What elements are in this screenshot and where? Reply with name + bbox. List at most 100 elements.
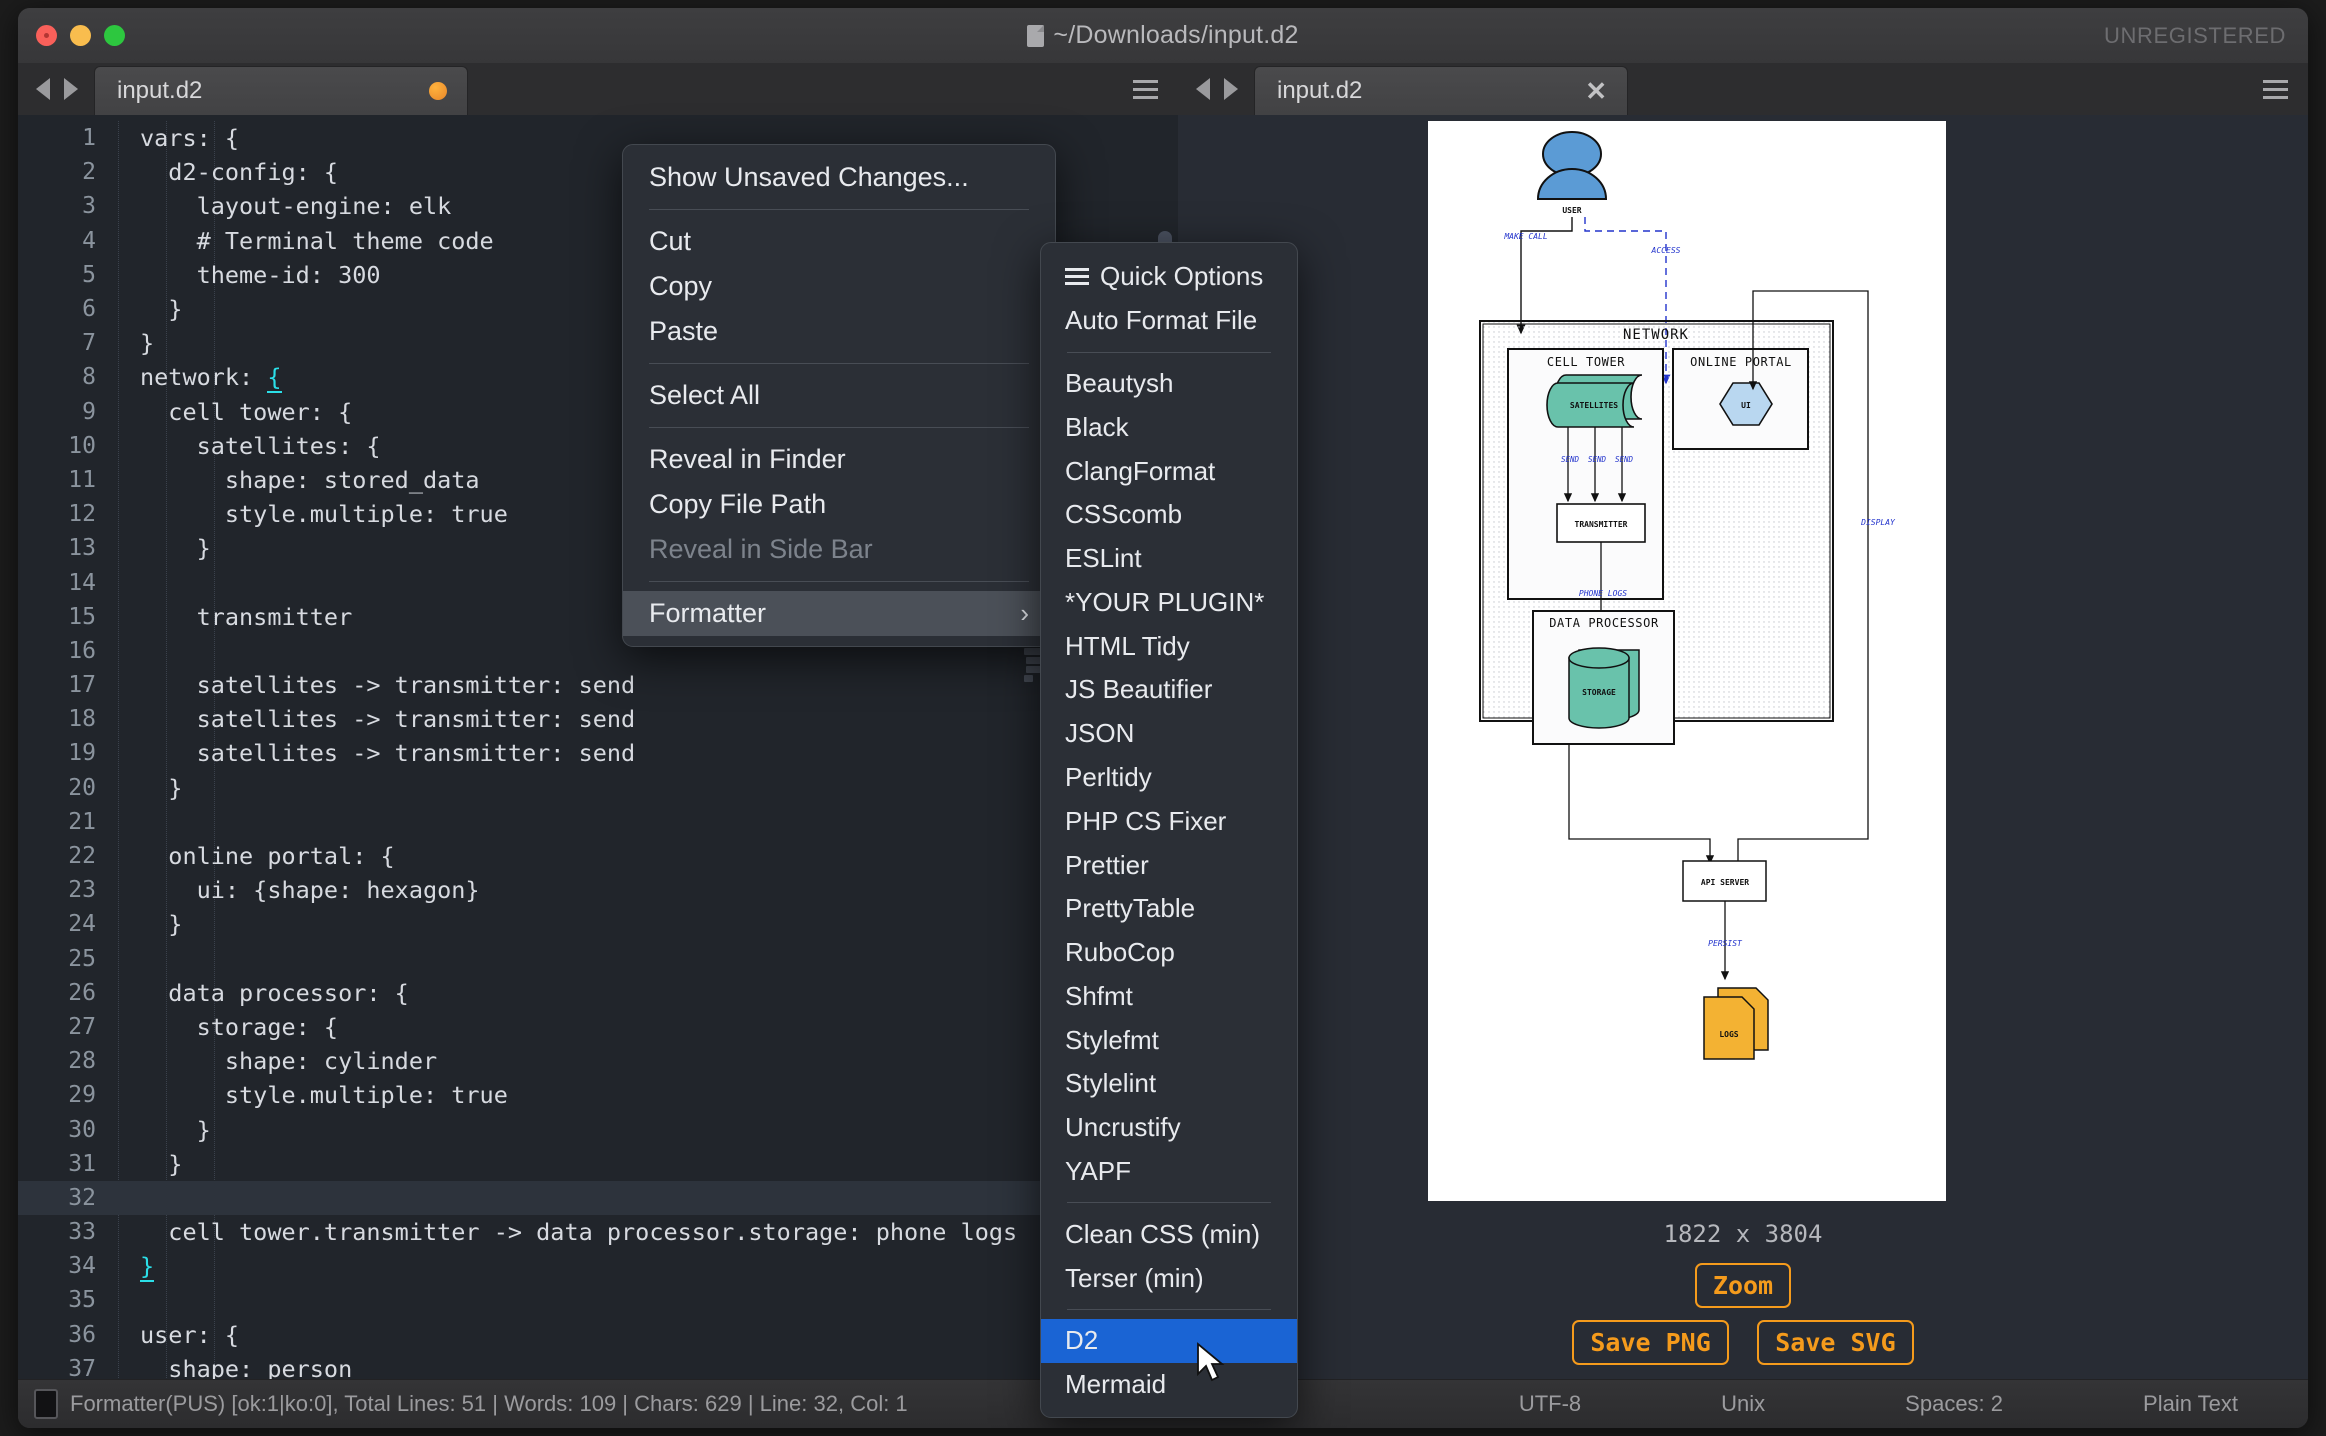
unregistered-watermark: UNREGISTERED (2104, 23, 2286, 48)
menu-item-label: PHP CS Fixer (1065, 805, 1227, 836)
line-number: 30 (68, 1116, 96, 1143)
diagram-canvas[interactable]: USER MAKE CALL ACCESS NETWORK CELL TOWER (1428, 121, 1946, 1201)
menu-item-label: Select All (649, 380, 761, 410)
code-line[interactable]: 33 cell tower.transmitter -> data proces… (18, 1215, 1178, 1249)
menu-item-label: JS Beautifier (1065, 674, 1213, 705)
menu-item-rubocop[interactable]: RuboCop (1041, 931, 1297, 975)
code-line[interactable]: 21 (18, 805, 1178, 839)
code-line[interactable]: 28 shape: cylinder (18, 1044, 1178, 1078)
menu-item-clean-css-min[interactable]: Clean CSS (min) (1041, 1212, 1297, 1256)
menu-item-clangformat[interactable]: ClangFormat (1041, 449, 1297, 493)
preview-menu-icon[interactable] (2243, 79, 2308, 99)
menu-item-auto-format-file[interactable]: Auto Format File (1041, 299, 1297, 343)
code-line[interactable]: 17 satellites -> transmitter: send (18, 668, 1178, 702)
menu-item-label: Formatter (649, 598, 767, 628)
submenu-header[interactable]: Quick Options (1041, 255, 1297, 299)
menu-item-select-all[interactable]: Select All (623, 373, 1055, 418)
menu-item-json[interactable]: JSON (1041, 712, 1297, 756)
menu-item-csscomb[interactable]: CSScomb (1041, 493, 1297, 537)
menu-item-label: *YOUR PLUGIN* (1065, 586, 1265, 617)
save-svg-button[interactable]: Save SVG (1757, 1320, 1914, 1365)
code-line[interactable]: 27 storage: { (18, 1010, 1178, 1044)
line-number: 28 (68, 1048, 96, 1075)
menu-item-black[interactable]: Black (1041, 405, 1297, 449)
save-png-button[interactable]: Save PNG (1572, 1320, 1729, 1365)
menu-item-show-unsaved-changes[interactable]: Show Unsaved Changes... (623, 155, 1055, 200)
menu-item-your-plugin[interactable]: *YOUR PLUGIN* (1041, 580, 1297, 624)
svg-text:ACCESS: ACCESS (1651, 246, 1681, 255)
code-line[interactable]: 20 } (18, 771, 1178, 805)
menu-separator (649, 581, 1029, 582)
svg-text:MAKE CALL: MAKE CALL (1503, 232, 1548, 241)
arrow-left-icon[interactable] (36, 78, 50, 100)
menu-item-label: RuboCop (1065, 937, 1175, 968)
menu-item-reveal-in-finder[interactable]: Reveal in Finder (623, 437, 1055, 482)
menu-item-html-tidy[interactable]: HTML Tidy (1041, 624, 1297, 668)
code-line[interactable]: 24 } (18, 907, 1178, 941)
code-line[interactable]: 31 } (18, 1147, 1178, 1181)
line-number: 16 (68, 637, 96, 664)
preview-tab-input-d2[interactable]: input.d2 ✕ (1254, 66, 1628, 115)
code-line[interactable]: 23 ui: {shape: hexagon} (18, 873, 1178, 907)
code-line[interactable]: 29 style.multiple: true (18, 1078, 1178, 1112)
code-line[interactable]: 26 data processor: { (18, 976, 1178, 1010)
menu-item-perltidy[interactable]: Perltidy (1041, 756, 1297, 800)
menu-item-label: Black (1065, 411, 1129, 442)
menu-item-copy[interactable]: Copy (623, 264, 1055, 309)
code-line[interactable]: 35 (18, 1283, 1178, 1317)
menu-item-php-cs-fixer[interactable]: PHP CS Fixer (1041, 799, 1297, 843)
menu-item-mermaid[interactable]: Mermaid (1041, 1363, 1297, 1407)
svg-text:API SERVER: API SERVER (1701, 878, 1749, 887)
status-line-endings[interactable]: Unix (1651, 1391, 1835, 1417)
node-transmitter: TRANSMITTER (1556, 503, 1646, 543)
code-line[interactable]: 37 shape: person (18, 1352, 1178, 1380)
code-line[interactable]: 19 satellites -> transmitter: send (18, 736, 1178, 770)
menu-item-paste[interactable]: Paste (623, 309, 1055, 354)
code-line[interactable]: 34} (18, 1249, 1178, 1283)
zoom-button[interactable]: Zoom (1694, 1263, 1792, 1308)
line-number: 1 (82, 125, 96, 152)
menu-item-cut[interactable]: Cut (623, 219, 1055, 264)
context-menu[interactable]: Show Unsaved Changes... Cut Copy Paste Selec… (622, 144, 1056, 647)
code-line[interactable]: 32 (18, 1180, 1178, 1215)
menu-item-terser-min[interactable]: Terser (min) (1041, 1256, 1297, 1300)
menu-item-yapf[interactable]: YAPF (1041, 1150, 1297, 1194)
menu-item-label: D2 (1065, 1325, 1099, 1356)
line-number: 7 (82, 330, 96, 357)
menu-item-copy-file-path[interactable]: Copy File Path (623, 482, 1055, 527)
menu-item-label: Show Unsaved Changes... (649, 162, 969, 192)
status-indentation[interactable]: Spaces: 2 (1835, 1391, 2073, 1417)
status-encoding[interactable]: UTF-8 (1449, 1391, 1651, 1417)
code-line[interactable]: 25 (18, 942, 1178, 976)
line-text: } (118, 1252, 155, 1283)
arrow-left-icon[interactable] (1196, 78, 1210, 100)
close-icon[interactable]: ✕ (1585, 78, 1607, 104)
line-text: } (140, 1115, 211, 1144)
code-line[interactable]: 18 satellites -> transmitter: send (18, 702, 1178, 736)
menu-item-shfmt[interactable]: Shfmt (1041, 975, 1297, 1019)
line-number: 36 (68, 1321, 96, 1348)
menu-item-js-beautifier[interactable]: JS Beautifier (1041, 668, 1297, 712)
editor-tab-input-d2[interactable]: input.d2 (94, 66, 468, 115)
arrow-right-icon[interactable] (1224, 78, 1238, 100)
menu-item-d2[interactable]: D2 (1041, 1318, 1297, 1363)
code-line[interactable]: 36 user: { (18, 1318, 1178, 1352)
code-line[interactable]: 30 } (18, 1112, 1178, 1146)
menu-item-eslint[interactable]: ESLint (1041, 537, 1297, 581)
editor-menu-icon[interactable] (1113, 63, 1178, 115)
line-text: network: { (140, 363, 282, 394)
menu-item-label: Prettier (1065, 849, 1149, 880)
preview-tab-label: input.d2 (1277, 77, 1363, 104)
formatter-submenu[interactable]: Quick Options Auto Format File Beautysh Bla… (1040, 242, 1298, 1418)
code-line[interactable]: 22 online portal: { (18, 839, 1178, 873)
line-text: style.multiple: true (140, 500, 508, 529)
status-syntax[interactable]: Plain Text (2073, 1391, 2308, 1417)
menu-item-formatter[interactable]: Formatter › (623, 591, 1055, 636)
menu-item-uncrustify[interactable]: Uncrustify (1041, 1106, 1297, 1150)
menu-item-prettier[interactable]: Prettier (1041, 843, 1297, 887)
menu-item-prettytable[interactable]: PrettyTable (1041, 887, 1297, 931)
menu-item-stylelint[interactable]: Stylelint (1041, 1062, 1297, 1106)
menu-item-stylefmt[interactable]: Stylefmt (1041, 1018, 1297, 1062)
menu-item-beautysh[interactable]: Beautysh (1041, 362, 1297, 406)
arrow-right-icon[interactable] (64, 78, 78, 100)
